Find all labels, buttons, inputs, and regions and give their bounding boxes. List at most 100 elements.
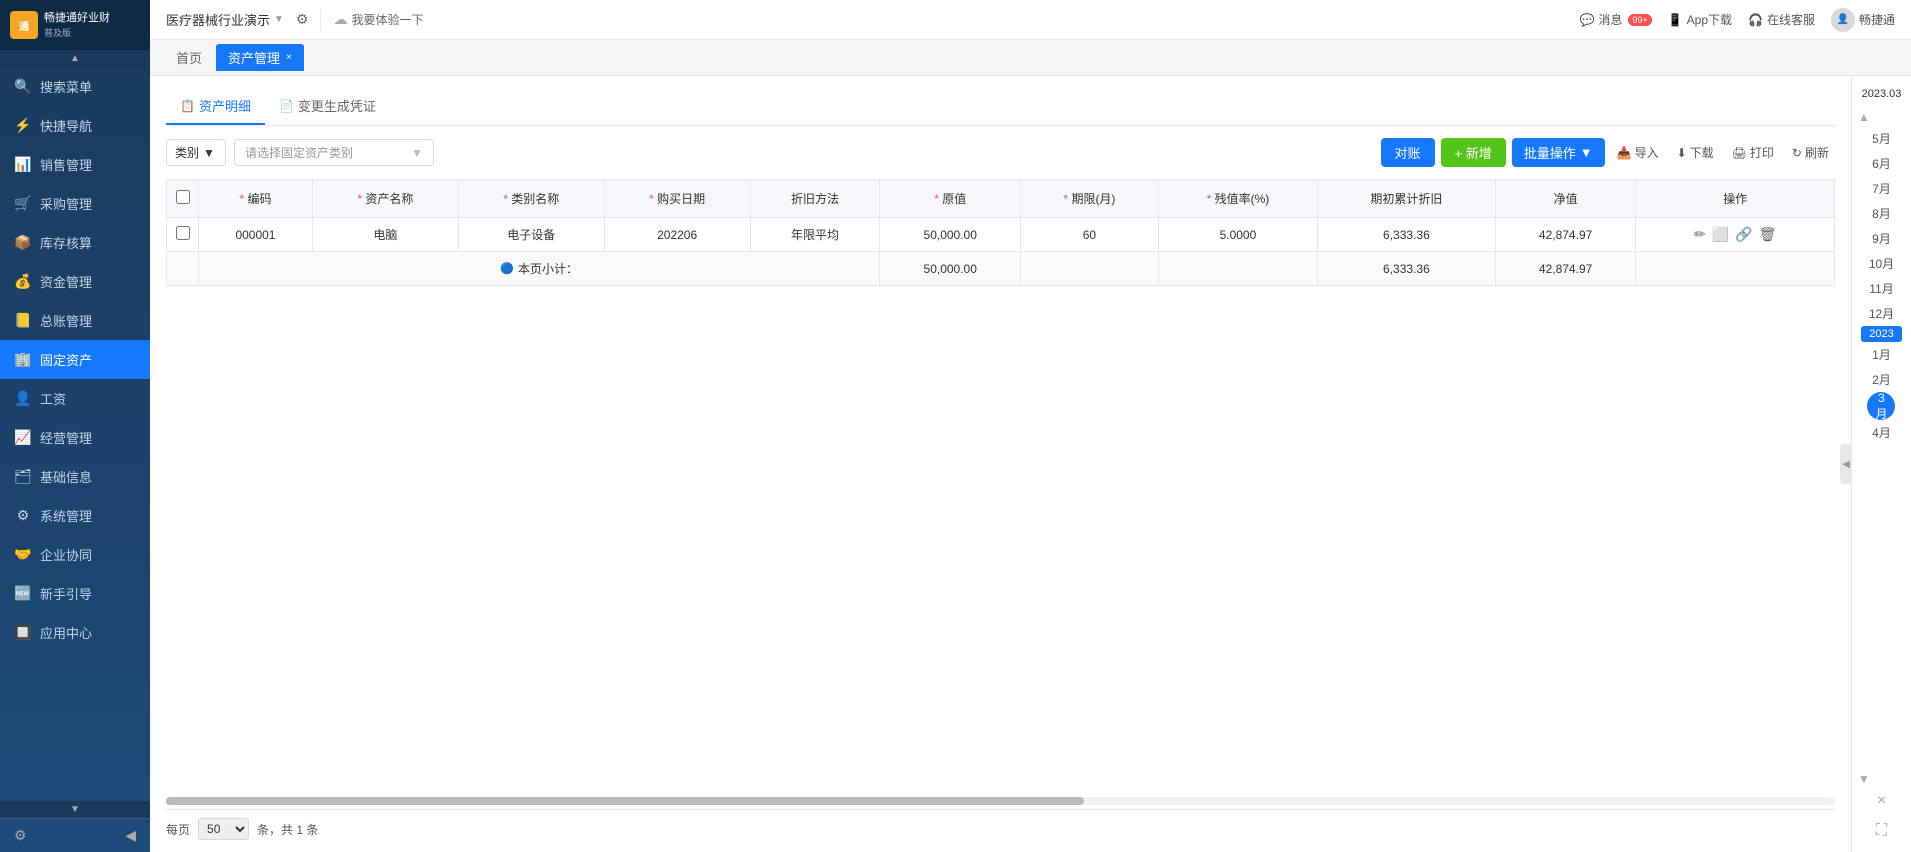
rp-close-icon[interactable]: × <box>1873 788 1890 814</box>
user-profile[interactable]: 👤 畅捷通 <box>1831 8 1895 32</box>
rp-month-5[interactable]: 5月 <box>1861 126 1902 151</box>
sidebar-bottom: ⚙ ◀ <box>0 818 150 852</box>
sidebar-item-basic-info[interactable]: 🗂 基础信息 <box>0 457 150 496</box>
th-code: 编码 <box>199 180 313 218</box>
total-label: 条，共 1 条 <box>257 821 318 838</box>
sidebar-item-system[interactable]: ⚙ 系统管理 <box>0 496 150 535</box>
sidebar-item-ledger[interactable]: 📒 总账管理 <box>0 301 150 340</box>
sidebar-item-finance[interactable]: 💰 资金管理 <box>0 262 150 301</box>
finance-icon: 💰 <box>14 273 32 291</box>
settings-icon[interactable]: ⚙ <box>14 827 27 844</box>
sidebar-item-inventory[interactable]: 📦 库存核算 <box>0 223 150 262</box>
td-subtotal-residual <box>1158 252 1317 286</box>
td-code: 000001 <box>199 218 313 252</box>
scrollbar-thumb <box>166 797 1084 805</box>
company-selector[interactable]: 医疗器械行业演示 ▼ <box>166 10 284 29</box>
basic-info-icon: 🗂 <box>14 468 32 486</box>
sidebar-item-fixed-assets[interactable]: 🏢 固定资产 <box>0 340 150 379</box>
share-icon[interactable]: 🔗 <box>1735 226 1752 243</box>
company-arrow-icon: ▼ <box>274 14 284 25</box>
system-icon: ⚙ <box>14 507 32 525</box>
rp-month-8[interactable]: 8月 <box>1861 201 1902 226</box>
tab-active-label: 资产管理 <box>228 48 280 67</box>
sidebar-item-search[interactable]: 🔍 搜索菜单 <box>0 67 150 106</box>
topbar-right: 💬 消息 99+ 📱 App下载 🎧 在线客服 👤 畅捷通 <box>1579 8 1895 32</box>
right-panel-toggle[interactable]: ◀ <box>1840 444 1852 484</box>
sidebar-item-app-center[interactable]: 🔲 应用中心 <box>0 613 150 652</box>
rp-month-1[interactable]: 1月 <box>1861 342 1902 367</box>
payroll-icon: 👤 <box>14 390 32 408</box>
experience-button[interactable]: ☁ 我要体验一下 <box>333 11 423 28</box>
rp-expand-icon[interactable]: ⛶ <box>1872 818 1891 844</box>
asset-category-input[interactable]: 请选择固定资产类别 ▼ <box>234 139 434 166</box>
sidebar-item-label: 新手引导 <box>40 584 92 603</box>
reconcile-button[interactable]: 对账 <box>1381 138 1435 167</box>
avatar: 👤 <box>1831 8 1855 32</box>
horizontal-scrollbar[interactable] <box>166 797 1835 805</box>
topbar-settings-icon[interactable]: ⚙ <box>296 11 309 28</box>
topbar-divider <box>320 10 321 30</box>
page-size-select[interactable]: 50 100 <box>198 818 249 840</box>
sidebar-header: 通 畅捷通好业财 普及版 <box>0 0 150 50</box>
copy-icon[interactable]: ⬜ <box>1712 226 1729 243</box>
operations-icon: 📈 <box>14 429 32 447</box>
collapse-icon[interactable]: ◀ <box>125 827 136 844</box>
sub-tab-asset-detail[interactable]: 📋 资产明细 <box>166 88 265 125</box>
sidebar-item-guide[interactable]: 🆕 新手引导 <box>0 574 150 613</box>
tab-home[interactable]: 首页 <box>166 44 212 71</box>
subtotal-icon: 🔵 <box>500 262 514 275</box>
rp-scroll-up-icon[interactable]: ▲ <box>1856 108 1872 126</box>
rp-month-12[interactable]: 12月 <box>1861 301 1902 326</box>
import-button[interactable]: 📥 导入 <box>1611 140 1665 165</box>
sidebar-scroll-down[interactable]: ▼ <box>0 801 150 818</box>
th-period: 期限(月) <box>1021 180 1159 218</box>
rp-month-7[interactable]: 7月 <box>1861 176 1902 201</box>
category-filter[interactable]: 类别 ▼ <box>166 139 226 166</box>
customer-service-button[interactable]: 🎧 在线客服 <box>1748 11 1815 28</box>
batch-operations-button[interactable]: 批量操作 ▼ <box>1512 138 1605 167</box>
rp-month-6[interactable]: 6月 <box>1861 151 1902 176</box>
delete-icon[interactable]: 🗑 <box>1759 226 1777 243</box>
tab-close-icon[interactable]: × <box>286 52 292 63</box>
td-subtotal-checkbox <box>167 252 199 286</box>
sub-tab-voucher-gen[interactable]: 📄 变更生成凭证 <box>265 88 390 125</box>
th-residual-rate: 残值率(%) <box>1158 180 1317 218</box>
sidebar-item-sales[interactable]: 📊 销售管理 <box>0 145 150 184</box>
quick-nav-icon: ⚡ <box>14 117 32 135</box>
sidebar-item-enterprise[interactable]: 🤝 企业协同 <box>0 535 150 574</box>
asset-detail-icon: 📋 <box>180 99 195 113</box>
td-subtotal-original-value: 50,000.00 <box>880 252 1021 286</box>
select-all-checkbox[interactable] <box>176 190 190 204</box>
rp-month-10[interactable]: 10月 <box>1861 251 1902 276</box>
rp-month-9[interactable]: 9月 <box>1861 226 1902 251</box>
tab-asset-management[interactable]: 资产管理 × <box>216 44 304 71</box>
rp-month-11[interactable]: 11月 <box>1861 276 1902 301</box>
sidebar-item-quick-nav[interactable]: ⚡ 快捷导航 <box>0 106 150 145</box>
app-download-button[interactable]: 📱 App下载 <box>1668 11 1732 28</box>
sidebar-item-operations[interactable]: 📈 经营管理 <box>0 418 150 457</box>
messages-button[interactable]: 💬 消息 99+ <box>1579 11 1651 28</box>
row-checkbox[interactable] <box>176 226 190 240</box>
td-category: 电子设备 <box>458 218 604 252</box>
company-name: 医疗器械行业演示 <box>166 10 270 29</box>
td-depreciation-method: 年限平均 <box>750 218 880 252</box>
sub-tabs: 📋 资产明细 📄 变更生成凭证 <box>166 88 1835 126</box>
batch-label: 批量操作 <box>1524 143 1576 162</box>
edit-icon[interactable]: ✏ <box>1694 226 1706 243</box>
rp-month-4[interactable]: 4月 <box>1861 420 1902 445</box>
sidebar-item-purchase[interactable]: 🛒 采购管理 <box>0 184 150 223</box>
download-icon: 📱 <box>1668 13 1683 27</box>
pagination: 每页 50 100 条，共 1 条 <box>166 809 1835 840</box>
download-button[interactable]: ⬇ 下载 <box>1671 140 1720 165</box>
add-button[interactable]: + 新增 <box>1441 138 1506 167</box>
toolbar-right: 对账 + 新增 批量操作 ▼ 📥 导入 ⬇ 下载 🖨 <box>1381 138 1836 167</box>
purchase-icon: 🛒 <box>14 195 32 213</box>
print-button[interactable]: 🖨 打印 <box>1726 140 1780 165</box>
app-logo: 通 <box>10 11 38 39</box>
sidebar-scroll-up[interactable]: ▲ <box>0 50 150 67</box>
refresh-button[interactable]: ↻ 刷新 <box>1786 140 1835 165</box>
rp-month-3[interactable]: 3月 <box>1867 392 1895 420</box>
rp-scroll-down-icon[interactable]: ▼ <box>1856 770 1872 788</box>
rp-month-2[interactable]: 2月 <box>1861 367 1902 392</box>
sidebar-item-payroll[interactable]: 👤 工资 <box>0 379 150 418</box>
